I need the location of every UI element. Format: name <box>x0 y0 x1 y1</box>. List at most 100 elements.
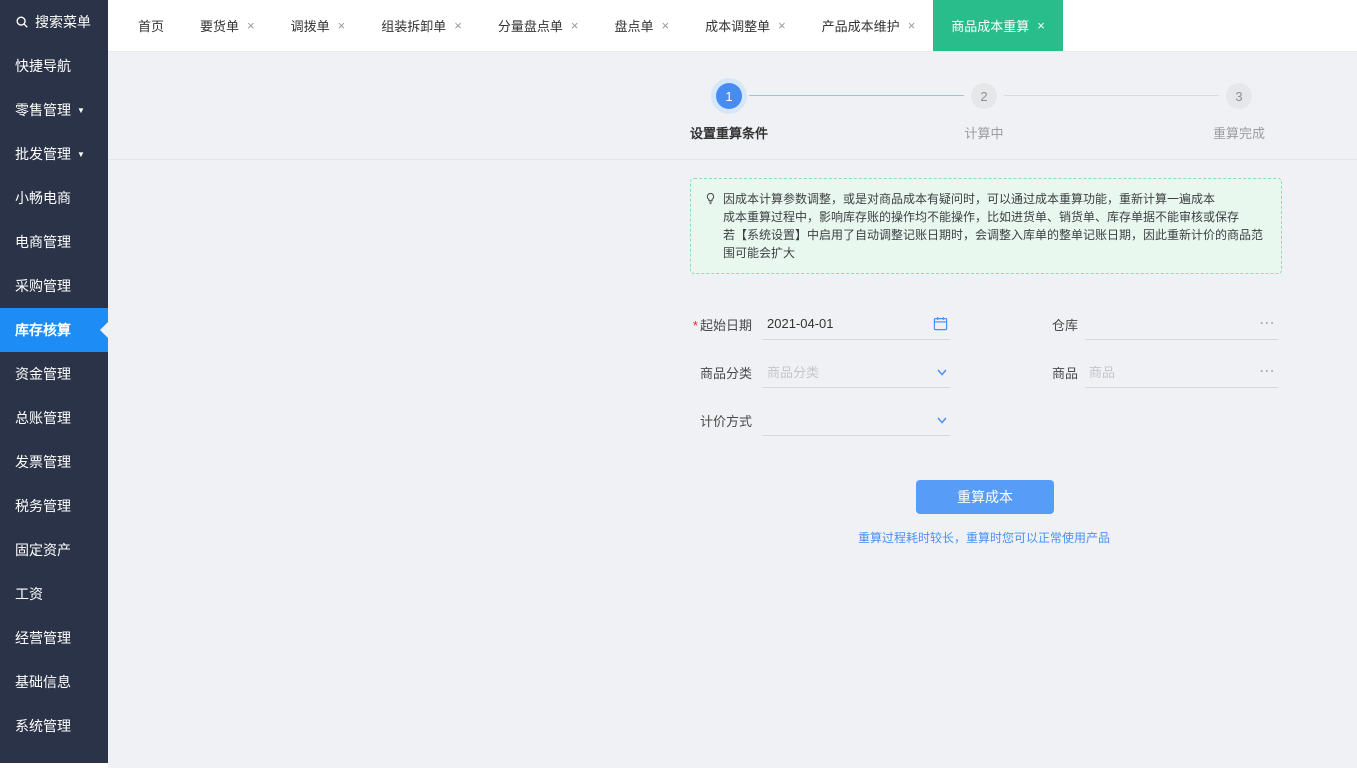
recalculate-cost-button[interactable]: 重算成本 <box>916 480 1054 514</box>
sidebar-item-label: 基础信息 <box>15 674 71 690</box>
required-mark: * <box>692 317 698 333</box>
sidebar-item-label: 搜索菜单 <box>35 14 91 30</box>
sidebar-item-purchase-mgmt[interactable]: 采购管理 <box>0 264 108 308</box>
sidebar-item-funds-mgmt[interactable]: 资金管理 <box>0 352 108 396</box>
sidebar: 搜索菜单 快捷导航 零售管理 ▼ 批发管理 ▼ 小畅电商 电商管理 采购管理 库存核… <box>0 0 108 768</box>
warehouse-label: 仓库 <box>1051 317 1078 333</box>
sidebar-item-label: 批发管理 <box>15 146 71 162</box>
close-icon[interactable]: × <box>454 18 462 33</box>
tab-partial-stocktake-order[interactable]: 分量盘点单 × <box>480 0 597 51</box>
tab-goods-cost-recalculation[interactable]: 商品成本重算 × <box>933 0 1063 51</box>
sidebar-item-label: 固定资产 <box>15 542 71 558</box>
sidebar-item-label: 工资 <box>15 586 43 602</box>
product-placeholder: 商品 <box>1089 365 1116 380</box>
warehouse-field: 仓库 ⋯ <box>1018 307 1278 341</box>
sidebar-item-search-menu[interactable]: 搜索菜单 <box>0 0 108 44</box>
sidebar-item-general-ledger[interactable]: 总账管理 <box>0 396 108 440</box>
sidebar-item-invoice-mgmt[interactable]: 发票管理 <box>0 440 108 484</box>
sidebar-partial-item <box>0 763 108 768</box>
category-field: 商品分类 商品分类 <box>660 355 950 389</box>
chevron-down-icon: ▼ <box>77 149 85 159</box>
start-date-value: 2021-04-01 <box>767 316 834 331</box>
close-icon[interactable]: × <box>778 18 786 33</box>
step-2-label: 计算中 <box>964 126 1004 141</box>
tab-label: 分量盘点单 <box>497 19 563 34</box>
step-1: 1 设置重算条件 <box>649 83 809 142</box>
tab-request-order[interactable]: 要货单 × <box>182 0 273 51</box>
step-2-circle: 2 <box>971 83 997 109</box>
recalculate-hint-text: 重算过程耗时较长，重算时您可以正常使用产品 <box>857 531 1111 545</box>
start-date-label: * 起始日期 <box>660 315 752 334</box>
sidebar-item-label: 税务管理 <box>15 498 71 514</box>
sidebar-item-label: 采购管理 <box>15 278 71 294</box>
tab-label: 商品成本重算 <box>951 19 1030 34</box>
close-icon[interactable]: × <box>247 18 255 33</box>
sidebar-item-xiaochang-ecommerce[interactable]: 小畅电商 <box>0 176 108 220</box>
close-icon[interactable]: × <box>908 18 916 33</box>
main-content: 1 设置重算条件 2 计算中 3 重算完成 因成本计算参数调整，或是对商品成本有… <box>108 52 1357 768</box>
product-input[interactable]: 商品 ⋯ <box>1085 356 1278 388</box>
tab-home[interactable]: 首页 <box>120 0 182 51</box>
sidebar-item-label: 资金管理 <box>15 366 71 382</box>
step-3: 3 重算完成 <box>1159 83 1319 142</box>
tab-product-cost-maintenance[interactable]: 产品成本维护 × <box>804 0 934 51</box>
tab-stocktake-order[interactable]: 盘点单 × <box>596 0 687 51</box>
sidebar-item-payroll[interactable]: 工资 <box>0 572 108 616</box>
step-2: 2 计算中 <box>904 83 1064 142</box>
close-icon[interactable]: × <box>661 18 669 33</box>
notice-text: 因成本计算参数调整，或是对商品成本有疑问时，可以通过成本重算功能，重新计算一遍成… <box>723 190 1267 262</box>
category-select[interactable]: 商品分类 <box>763 356 950 388</box>
step-3-label: 重算完成 <box>1212 126 1265 141</box>
close-icon[interactable]: × <box>338 18 346 33</box>
sidebar-item-label: 小畅电商 <box>15 190 71 206</box>
category-placeholder: 商品分类 <box>767 365 820 380</box>
sidebar-item-system-mgmt[interactable]: 系统管理 <box>0 704 108 748</box>
step-1-label: 设置重算条件 <box>689 126 768 141</box>
notice-box: 因成本计算参数调整，或是对商品成本有疑问时，可以通过成本重算功能，重新计算一遍成… <box>690 178 1282 274</box>
sidebar-item-label: 系统管理 <box>15 718 71 734</box>
sidebar-item-ecommerce-mgmt[interactable]: 电商管理 <box>0 220 108 264</box>
close-icon[interactable]: × <box>1037 18 1045 33</box>
step-3-circle: 3 <box>1226 83 1252 109</box>
pricing-method-field: 计价方式 <box>660 403 950 437</box>
notice-line-3: 若【系统设置】中启用了自动调整记账日期时，会调整入库单的整单记账日期，因此重新计… <box>723 228 1264 260</box>
tab-cost-adjustment-order[interactable]: 成本调整单 × <box>687 0 804 51</box>
chevron-down-icon[interactable] <box>936 366 948 378</box>
tab-assembly-disassembly-order[interactable]: 组装拆卸单 × <box>363 0 480 51</box>
pricing-method-select[interactable] <box>763 404 950 436</box>
sidebar-item-retail-mgmt[interactable]: 零售管理 ▼ <box>0 88 108 132</box>
sidebar-item-basic-info[interactable]: 基础信息 <box>0 660 108 704</box>
notice-line-2: 成本重算过程中，影响库存账的操作均不能操作，比如进货单、销货单、库存单据不能审核… <box>723 210 1240 224</box>
close-icon[interactable]: × <box>571 18 579 33</box>
sidebar-item-label: 库存核算 <box>15 322 71 338</box>
sidebar-item-label: 发票管理 <box>15 454 71 470</box>
more-icon[interactable]: ⋯ <box>1259 363 1276 380</box>
stepper: 1 设置重算条件 2 计算中 3 重算完成 <box>108 52 1357 160</box>
calendar-icon[interactable] <box>933 316 948 331</box>
tab-bar: 首页 要货单 × 调拨单 × 组装拆卸单 × 分量盘点单 × 盘点单 × 成本调整单 × 产… <box>108 0 1357 52</box>
notice-line-1: 因成本计算参数调整，或是对商品成本有疑问时，可以通过成本重算功能，重新计算一遍成… <box>723 192 1216 206</box>
category-label: 商品分类 <box>699 365 752 381</box>
tab-label: 产品成本维护 <box>821 19 900 34</box>
product-label: 商品 <box>1051 365 1078 381</box>
chevron-down-icon: ▼ <box>77 105 85 115</box>
sidebar-item-fixed-assets[interactable]: 固定资产 <box>0 528 108 572</box>
start-date-input[interactable]: 2021-04-01 <box>763 308 950 340</box>
chevron-down-icon[interactable] <box>936 414 948 426</box>
tab-label: 调拨单 <box>290 19 330 34</box>
tab-label: 组装拆卸单 <box>381 19 447 34</box>
sidebar-item-wholesale-mgmt[interactable]: 批发管理 ▼ <box>0 132 108 176</box>
start-date-label-text: 起始日期 <box>699 317 752 333</box>
sidebar-item-quick-nav[interactable]: 快捷导航 <box>0 44 108 88</box>
sidebar-item-business-mgmt[interactable]: 经营管理 <box>0 616 108 660</box>
warehouse-input[interactable]: ⋯ <box>1085 308 1278 340</box>
pricing-method-label: 计价方式 <box>699 413 752 429</box>
search-icon <box>15 15 29 29</box>
sidebar-item-tax-mgmt[interactable]: 税务管理 <box>0 484 108 528</box>
sidebar-item-inventory-accounting[interactable]: 库存核算 <box>0 308 108 352</box>
tab-transfer-order[interactable]: 调拨单 × <box>273 0 364 51</box>
sidebar-item-label: 经营管理 <box>15 630 71 646</box>
tab-label: 盘点单 <box>614 19 654 34</box>
tab-label: 首页 <box>138 19 165 34</box>
more-icon[interactable]: ⋯ <box>1259 315 1276 332</box>
